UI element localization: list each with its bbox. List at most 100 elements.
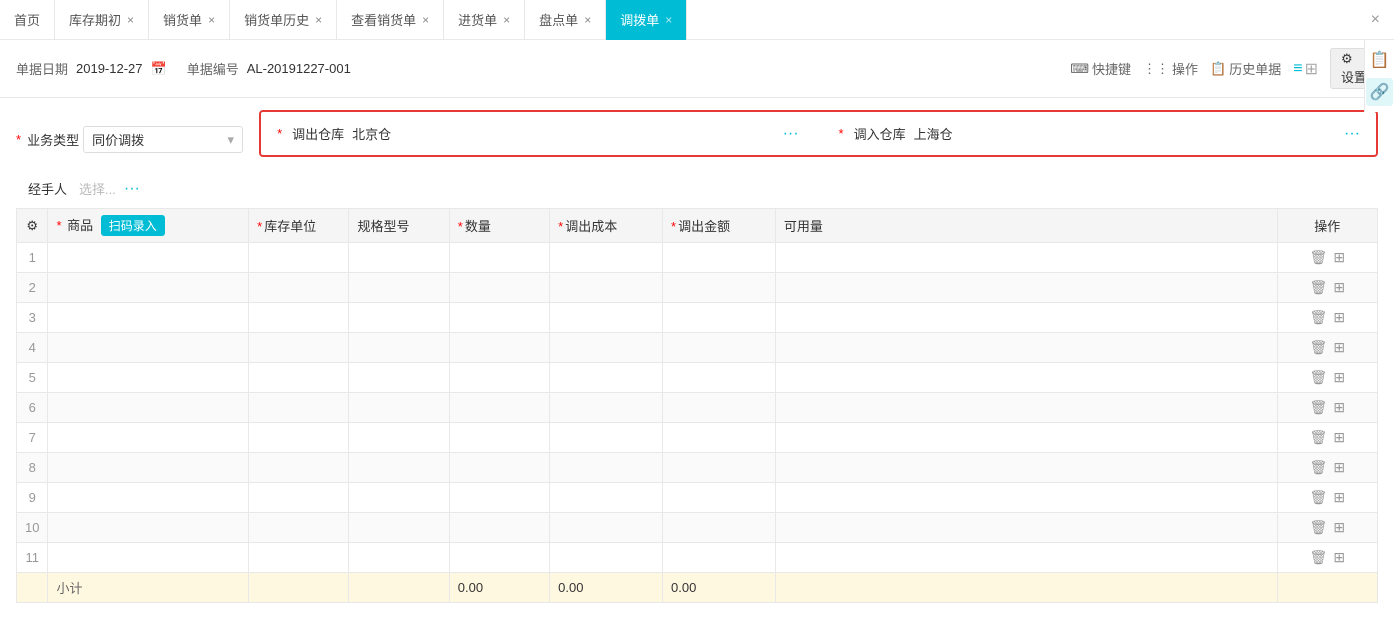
delete-row-5-icon[interactable]: 🗑 xyxy=(1310,369,1328,386)
sidebar-export-icon[interactable]: 🔗 xyxy=(1366,78,1394,106)
tab-inventory-init-label: 库存期初 xyxy=(69,10,121,29)
business-type-select[interactable]: 同价调拨 ▾ xyxy=(83,126,243,153)
history-button[interactable]: 📋 历史单据 xyxy=(1210,59,1281,78)
subtotal-qty: 0.00 xyxy=(449,573,549,603)
transfer-out-label: 调出仓库 xyxy=(292,124,344,143)
tab-transfer-order-close[interactable]: × xyxy=(665,13,672,27)
shortcut-button[interactable]: ⌨ 快捷键 xyxy=(1070,59,1131,78)
tab-transfer-order[interactable]: 调拨单 × xyxy=(606,0,687,40)
copy-row-5-icon[interactable]: ⊞ xyxy=(1333,369,1345,386)
tab-inventory-init[interactable]: 库存期初 × xyxy=(55,0,149,40)
tab-purchase-order-close[interactable]: × xyxy=(503,13,510,27)
copy-row-10-icon[interactable]: ⊞ xyxy=(1333,519,1345,536)
transfer-in-value: 上海仓 xyxy=(914,124,1336,143)
tab-inventory-check-label: 盘点单 xyxy=(539,10,578,29)
subtotal-label: 小计 xyxy=(48,573,249,603)
tab-view-sales-close[interactable]: × xyxy=(422,13,429,27)
tab-sales-history-close[interactable]: × xyxy=(315,13,322,27)
transfer-in-more-button[interactable]: ··· xyxy=(1344,125,1360,143)
copy-row-4-icon[interactable]: ⊞ xyxy=(1333,339,1345,356)
business-type-value: 同价调拨 xyxy=(92,130,144,149)
table-row: 9 🗑⊞ xyxy=(17,483,1378,513)
tab-inventory-check-close[interactable]: × xyxy=(584,13,591,27)
operation-col-header: 操作 xyxy=(1277,209,1377,243)
tab-sales-order-close[interactable]: × xyxy=(208,13,215,27)
tab-purchase-order-label: 进货单 xyxy=(458,10,497,29)
delete-row-7-icon[interactable]: 🗑 xyxy=(1310,429,1328,446)
main-content: * 业务类型 同价调拨 ▾ * 调出仓库 北京仓 ··· * 调入仓库 上海仓 … xyxy=(0,98,1394,615)
copy-row-2-icon[interactable]: ⊞ xyxy=(1333,279,1345,296)
date-label: 单据日期 xyxy=(16,59,68,78)
operation-button[interactable]: ⋮⋮ 操作 xyxy=(1143,59,1198,78)
business-type-row: * 业务类型 同价调拨 ▾ * 调出仓库 北京仓 ··· * 调入仓库 上海仓 … xyxy=(16,110,1378,169)
tab-sales-history[interactable]: 销货单历史 × xyxy=(230,0,337,40)
tab-transfer-order-label: 调拨单 xyxy=(620,10,659,29)
right-sidebar: 📋 🔗 xyxy=(1364,40,1394,112)
scan-entry-button[interactable]: 扫码录入 xyxy=(101,215,165,236)
tab-sales-history-label: 销货单历史 xyxy=(244,10,309,29)
spec-col-header: 规格型号 xyxy=(349,209,449,243)
tab-purchase-order[interactable]: 进货单 × xyxy=(444,0,525,40)
table-row: 10 🗑⊞ xyxy=(17,513,1378,543)
transfer-out-field: * 调出仓库 北京仓 ··· xyxy=(277,124,798,143)
docnum-group: 单据编号 AL-20191227-001 xyxy=(187,59,351,78)
transfer-out-more-button[interactable]: ··· xyxy=(783,125,799,143)
cost-col-header: *调出成本 xyxy=(550,209,663,243)
keyboard-icon: ⌨ xyxy=(1070,61,1089,77)
copy-row-1-icon[interactable]: ⊞ xyxy=(1333,249,1345,266)
delete-row-3-icon[interactable]: 🗑 xyxy=(1310,309,1328,326)
tab-inventory-init-close[interactable]: × xyxy=(127,13,134,27)
product-col-header: * 商品 扫码录入 xyxy=(48,209,249,243)
copy-row-11-icon[interactable]: ⊞ xyxy=(1333,549,1345,566)
tab-sales-order-label: 销货单 xyxy=(163,10,202,29)
handler-placeholder[interactable]: 选择... xyxy=(79,179,116,198)
doc-toolbar: 单据日期 2019-12-27 📅 单据编号 AL-20191227-001 ⌨… xyxy=(0,40,1394,98)
chevron-down-icon: ▾ xyxy=(228,132,235,148)
layout-icon-2: ⊞ xyxy=(1305,59,1318,79)
unit-col-header: *库存单位 xyxy=(249,209,349,243)
history-icon: 📋 xyxy=(1210,61,1226,77)
business-type-field: * 业务类型 同价调拨 ▾ xyxy=(16,126,243,153)
delete-row-11-icon[interactable]: 🗑 xyxy=(1310,549,1328,566)
settings-col-icon[interactable]: ⚙ xyxy=(26,218,38,233)
table-row: 2 🗑⊞ xyxy=(17,273,1378,303)
qty-col-header: *数量 xyxy=(449,209,549,243)
calendar-icon[interactable]: 📅 xyxy=(151,61,167,77)
delete-row-6-icon[interactable]: 🗑 xyxy=(1310,399,1328,416)
delete-row-9-icon[interactable]: 🗑 xyxy=(1310,489,1328,506)
delete-row-1-icon[interactable]: 🗑 xyxy=(1310,249,1328,266)
delete-row-10-icon[interactable]: 🗑 xyxy=(1310,519,1328,536)
copy-row-7-icon[interactable]: ⊞ xyxy=(1333,429,1345,446)
delete-row-2-icon[interactable]: 🗑 xyxy=(1310,279,1328,296)
copy-row-3-icon[interactable]: ⊞ xyxy=(1333,309,1345,326)
subtotal-amount: 0.00 xyxy=(663,573,776,603)
tab-inventory-check[interactable]: 盘点单 × xyxy=(525,0,606,40)
business-type-label: 业务类型 xyxy=(27,130,79,149)
delete-row-8-icon[interactable]: 🗑 xyxy=(1310,459,1328,476)
table-row: 4 🗑⊞ xyxy=(17,333,1378,363)
copy-row-9-icon[interactable]: ⊞ xyxy=(1333,489,1345,506)
handler-label: 经手人 xyxy=(28,179,67,198)
settings-col-header: ⚙ xyxy=(17,209,48,243)
tab-bar: 首页 库存期初 × 销货单 × 销货单历史 × 查看销货单 × 进货单 × 盘点… xyxy=(0,0,1394,40)
sidebar-doc-icon[interactable]: 📋 xyxy=(1366,46,1394,74)
tab-sales-order[interactable]: 销货单 × xyxy=(149,0,230,40)
handler-field: 经手人 选择... ··· xyxy=(16,179,140,198)
transfer-out-required-star: * xyxy=(277,126,282,141)
table-row: 1 🗑⊞ xyxy=(17,243,1378,273)
tab-view-sales[interactable]: 查看销货单 × xyxy=(337,0,444,40)
handler-more-button[interactable]: ··· xyxy=(124,180,140,198)
subtotal-cost: 0.00 xyxy=(550,573,663,603)
table-header-row: ⚙ * 商品 扫码录入 *库存单位 规格型号 *数量 xyxy=(17,209,1378,243)
transfer-in-label: 调入仓库 xyxy=(854,124,906,143)
copy-row-6-icon[interactable]: ⊞ xyxy=(1333,399,1345,416)
table-scroll-area: ⚙ * 商品 扫码录入 *库存单位 规格型号 *数量 xyxy=(16,208,1378,603)
apps-icon: ⋮⋮ xyxy=(1143,61,1169,77)
table-row: 5 🗑⊞ xyxy=(17,363,1378,393)
tab-home[interactable]: 首页 xyxy=(0,0,55,40)
close-all-button[interactable]: × xyxy=(1357,11,1394,29)
table-row: 6 🗑⊞ xyxy=(17,393,1378,423)
transfer-in-required-star: * xyxy=(839,126,844,141)
delete-row-4-icon[interactable]: 🗑 xyxy=(1310,339,1328,356)
copy-row-8-icon[interactable]: ⊞ xyxy=(1333,459,1345,476)
